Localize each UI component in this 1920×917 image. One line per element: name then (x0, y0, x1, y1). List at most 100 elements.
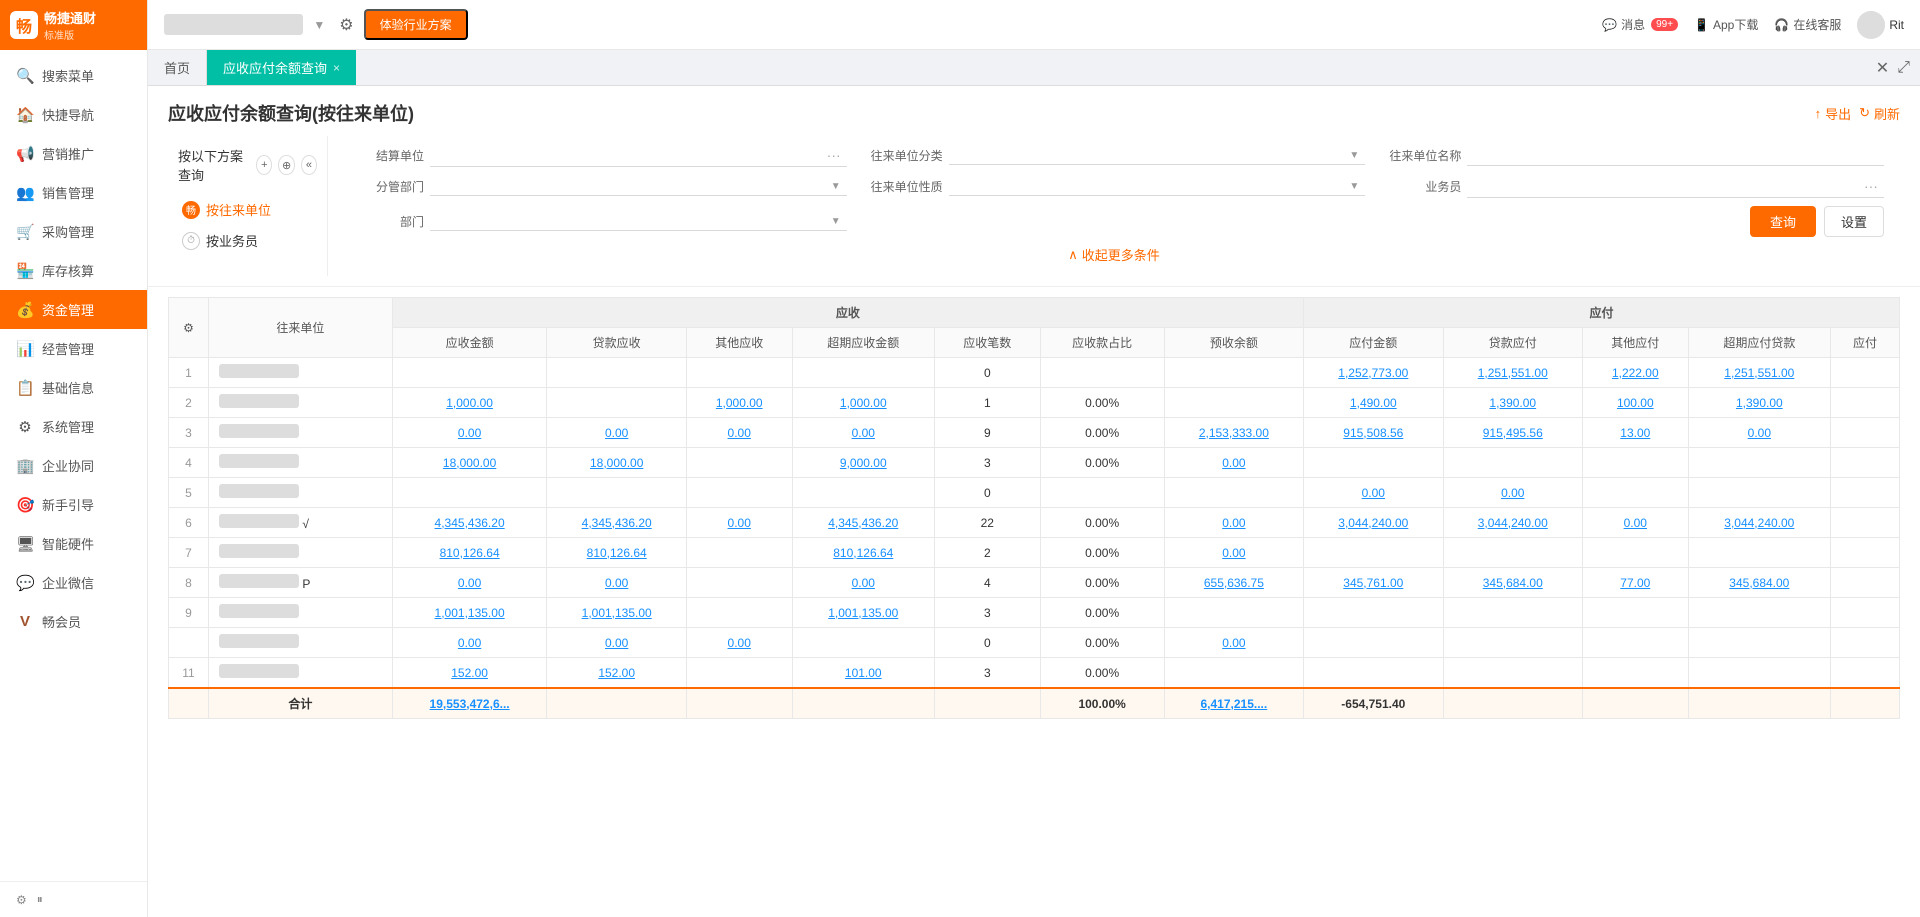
sidebar-item-marketing[interactable]: 📢 营销推广 (0, 134, 147, 173)
unit-category-select[interactable]: ▼ (949, 147, 1366, 165)
row-cell-ap_other[interactable]: 77.00 (1582, 568, 1688, 598)
topbar-gear-icon[interactable]: ⚙ (339, 15, 353, 35)
dept-select[interactable]: ▼ (430, 178, 847, 196)
promo-button[interactable]: 体验行业方案 (364, 9, 468, 40)
row-cell-ar_overdue[interactable]: 1,001,135.00 (792, 598, 934, 628)
topbar-user[interactable]: Rit (1857, 11, 1904, 39)
row-cell-ar_amt[interactable]: 0.00 (392, 628, 547, 658)
row-cell-ar_overdue[interactable]: 0.00 (792, 568, 934, 598)
unit-nature-select[interactable]: ▼ (949, 178, 1366, 196)
row-cell-prepay[interactable]: 0.00 (1164, 448, 1303, 478)
scheme-item-unit[interactable]: 畅 按往来单位 (168, 194, 327, 225)
scheme-add-btn[interactable]: + (256, 155, 272, 175)
row-cell-ar_amt[interactable]: 0.00 (392, 418, 547, 448)
row-cell-ar_amt[interactable]: 0.00 (392, 568, 547, 598)
tab-current[interactable]: 应收应付余额查询 × (207, 50, 356, 85)
row-cell-ap_overdue[interactable]: 0.00 (1688, 418, 1830, 448)
row-cell-ar_amt[interactable]: 4,345,436.20 (392, 508, 547, 538)
row-cell-prepay[interactable]: 0.00 (1164, 628, 1303, 658)
row-cell-ar_other[interactable]: 0.00 (686, 418, 792, 448)
row-cell-ap_overdue[interactable]: 345,684.00 (1688, 568, 1830, 598)
row-cell-ar_other[interactable]: 0.00 (686, 508, 792, 538)
unit-name-input[interactable] (1467, 145, 1884, 166)
row-cell-ar_loan[interactable]: 0.00 (547, 628, 686, 658)
row-cell-ar_loan[interactable]: 0.00 (547, 568, 686, 598)
row-cell-ar_amt[interactable]: 810,126.64 (392, 538, 547, 568)
sidebar-item-system[interactable]: ⚙ 系统管理 (0, 407, 147, 446)
row-cell-ar_other[interactable]: 1,000.00 (686, 388, 792, 418)
scheme-settings-btn[interactable]: ⊕ (278, 155, 294, 175)
row-cell-ar_overdue[interactable]: 810,126.64 (792, 538, 934, 568)
row-cell-ar_overdue[interactable]: 4,345,436.20 (792, 508, 934, 538)
collapse-icon[interactable]: ⏸ (37, 892, 43, 907)
settings-footer-icon[interactable]: ⚙ (16, 893, 27, 907)
row-cell-ar_overdue[interactable]: 1,000.00 (792, 388, 934, 418)
settings-col-header[interactable]: ⚙ (169, 298, 209, 358)
setting-button[interactable]: 设置 (1824, 206, 1884, 237)
row-cell-ap_loan[interactable]: 1,390.00 (1443, 388, 1582, 418)
sidebar-item-wechat[interactable]: 💬 企业微信 (0, 563, 147, 602)
row-cell-prepay[interactable]: 2,153,333.00 (1164, 418, 1303, 448)
row-cell-ar_loan[interactable]: 4,345,436.20 (547, 508, 686, 538)
sidebar-item-purchase[interactable]: 🛒 采购管理 (0, 212, 147, 251)
row-cell-ar_amt[interactable]: 18,000.00 (392, 448, 547, 478)
row-cell-ar_overdue[interactable]: 0.00 (792, 418, 934, 448)
row-cell-ar_overdue[interactable]: 101.00 (792, 658, 934, 689)
tab-close-icon[interactable]: × (333, 61, 340, 75)
row-cell-ap_amt[interactable]: 1,252,773.00 (1304, 358, 1443, 388)
sidebar-item-search[interactable]: 🔍 搜索菜单 (0, 56, 147, 95)
row-cell-ap_loan[interactable]: 0.00 (1443, 478, 1582, 508)
row-cell-ap_other[interactable]: 13.00 (1582, 418, 1688, 448)
sidebar-item-quick[interactable]: 🏠 快捷导航 (0, 95, 147, 134)
row-cell-ap_amt[interactable]: 3,044,240.00 (1304, 508, 1443, 538)
row-cell-ar_loan[interactable]: 810,126.64 (547, 538, 686, 568)
breadcrumb-dropdown-icon[interactable]: ▼ (313, 18, 325, 32)
topbar-message[interactable]: 💬 消息 99+ (1602, 16, 1678, 33)
sidebar-item-inventory[interactable]: 🏪 库存核算 (0, 251, 147, 290)
row-cell-ap_overdue[interactable]: 3,044,240.00 (1688, 508, 1830, 538)
row-cell-ap_loan[interactable]: 345,684.00 (1443, 568, 1582, 598)
collapse-btn[interactable]: ∧ 收起更多条件 (344, 241, 1884, 268)
sidebar-item-guide[interactable]: 🎯 新手引导 (0, 485, 147, 524)
sidebar-item-hardware[interactable]: 🖥 智能硬件 (0, 524, 147, 563)
row-cell-ap_loan[interactable]: 1,251,551.00 (1443, 358, 1582, 388)
sidebar-item-finance[interactable]: 💰 资金管理 (0, 290, 147, 329)
row-cell-ar_other[interactable]: 0.00 (686, 628, 792, 658)
export-button[interactable]: ↑ 导出 (1815, 104, 1852, 123)
row-cell-ar_overdue[interactable]: 9,000.00 (792, 448, 934, 478)
room-dept-select[interactable]: ▼ (430, 213, 847, 231)
scheme-collapse-btn[interactable]: « (301, 155, 317, 175)
row-cell-ar_loan[interactable]: 0.00 (547, 418, 686, 448)
sidebar-item-sales[interactable]: 👥 销售管理 (0, 173, 147, 212)
sidebar-item-operation[interactable]: 📊 经营管理 (0, 329, 147, 368)
sidebar-item-member[interactable]: V 畅会员 (0, 602, 147, 641)
row-cell-ap_other[interactable]: 0.00 (1582, 508, 1688, 538)
row-cell-ap_amt[interactable]: 915,508.56 (1304, 418, 1443, 448)
row-cell-ap_amt[interactable]: 0.00 (1304, 478, 1443, 508)
row-cell-ap_loan[interactable]: 3,044,240.00 (1443, 508, 1582, 538)
row-cell-ar_loan[interactable]: 18,000.00 (547, 448, 686, 478)
row-cell-prepay[interactable]: 0.00 (1164, 538, 1303, 568)
row-cell-ap_amt[interactable]: 345,761.00 (1304, 568, 1443, 598)
row-cell-prepay[interactable]: 0.00 (1164, 508, 1303, 538)
jiesuan-input[interactable]: ··· (430, 144, 847, 167)
row-cell-ap_amt[interactable]: 1,490.00 (1304, 388, 1443, 418)
tab-home[interactable]: 首页 (148, 50, 207, 85)
row-cell-ar_amt[interactable]: 1,000.00 (392, 388, 547, 418)
row-cell-ap_loan[interactable]: 915,495.56 (1443, 418, 1582, 448)
salesman-select[interactable]: ··· (1467, 175, 1884, 198)
row-cell-ar_amt[interactable]: 152.00 (392, 658, 547, 689)
topbar-app[interactable]: 📱 App下载 (1694, 16, 1758, 33)
sidebar-item-basic[interactable]: 📋 基础信息 (0, 368, 147, 407)
row-cell-ap_other[interactable]: 1,222.00 (1582, 358, 1688, 388)
row-cell-ar_loan[interactable]: 1,001,135.00 (547, 598, 686, 628)
refresh-button[interactable]: ↻ 刷新 (1859, 104, 1900, 123)
sidebar-item-corp[interactable]: 🏢 企业协同 (0, 446, 147, 485)
tab-expand-icon[interactable]: ⤢ (1897, 59, 1910, 77)
row-cell-prepay[interactable]: 655,636.75 (1164, 568, 1303, 598)
topbar-service[interactable]: 🎧 在线客服 (1774, 16, 1841, 33)
row-cell-ar_loan[interactable]: 152.00 (547, 658, 686, 689)
row-cell-ar_amt[interactable]: 1,001,135.00 (392, 598, 547, 628)
scheme-item-staff[interactable]: ⏱ 按业务员 (168, 225, 327, 256)
row-cell-ap_overdue[interactable]: 1,390.00 (1688, 388, 1830, 418)
